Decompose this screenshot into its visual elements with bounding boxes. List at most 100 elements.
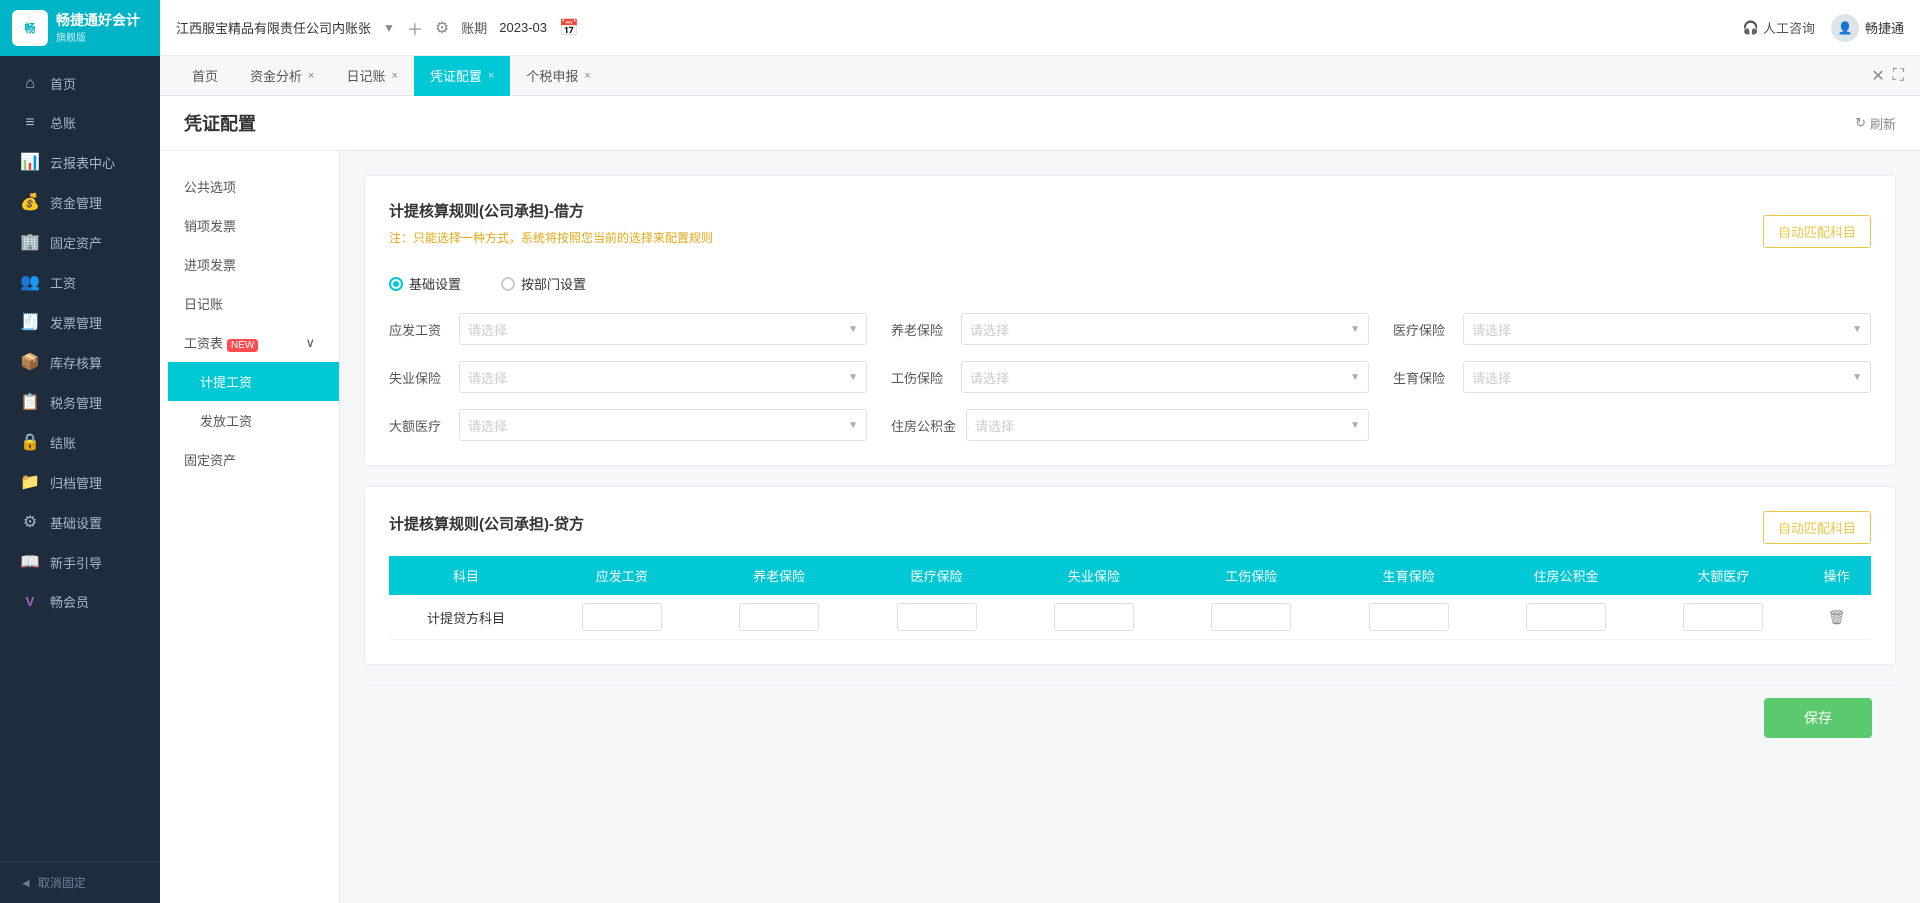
td-delete[interactable]: 🗑 (1802, 595, 1871, 640)
td-workinjury-input[interactable] (1173, 595, 1330, 640)
tab-voucher-close[interactable]: × (488, 70, 494, 82)
assets-icon: 🏢 (20, 232, 40, 252)
credit-unemployment-input[interactable] (1054, 603, 1134, 631)
left-nav-purchase-invoice[interactable]: 进项发票 (160, 245, 339, 284)
credit-medical-input[interactable] (897, 603, 977, 631)
credit-section-title: 计提核算规则(公司承担)-贷方 (389, 513, 584, 534)
maternity-select-placeholder: 请选择 (1472, 368, 1511, 387)
sidebar-item-reports[interactable]: 📊 云报表中心 (0, 142, 160, 182)
sidebar-logo: 畅 畅捷通好会计 旗舰版 (0, 0, 160, 56)
sidebar-item-salary[interactable]: 👥 工资 (0, 262, 160, 302)
td-maternity-input[interactable] (1330, 595, 1487, 640)
calendar-icon[interactable]: 📅 (559, 18, 579, 38)
debit-auto-match-button[interactable]: 自动匹配科目 (1763, 215, 1871, 248)
td-housing-input[interactable] (1487, 595, 1644, 640)
ledger-icon: ≡ (20, 114, 40, 132)
medical-label: 医疗保险 (1393, 320, 1453, 339)
left-nav-payroll-table[interactable]: 工资表NEW ∨ (160, 323, 339, 362)
sidebar-collapse[interactable]: ◄ 取消固定 (0, 861, 160, 903)
debit-form-grid: 应发工资 请选择 ▼ 养老保险 请选择 ▼ (389, 313, 1871, 441)
radio-basic-settings[interactable]: 基础设置 (389, 274, 461, 293)
left-nav: 公共选项 销项发票 进项发票 日记账 工资表NEW ∨ 计提工资 发放工资 固定… (160, 151, 340, 903)
th-subject: 科目 (389, 556, 543, 595)
unemployment-select[interactable]: 请选择 ▼ (459, 361, 867, 393)
tab-fund-analysis[interactable]: 资金分析 × (234, 56, 330, 96)
credit-salary-input[interactable] (582, 603, 662, 631)
credit-housing-input[interactable] (1526, 603, 1606, 631)
th-housing: 住房公积金 (1487, 556, 1644, 595)
left-nav-accrual-salary[interactable]: 计提工资 (168, 362, 339, 401)
sidebar-item-tax[interactable]: 📋 税务管理 (0, 382, 160, 422)
archive-icon: 📁 (20, 472, 40, 492)
tab-voucher-config[interactable]: 凭证配置 × (414, 56, 510, 96)
td-medical-input[interactable] (858, 595, 1015, 640)
housing-select[interactable]: 请选择 ▼ (966, 409, 1369, 441)
tab-close-all-icon[interactable]: ✕ (1871, 66, 1884, 86)
th-bigmedical: 大额医疗 (1645, 556, 1802, 595)
save-button[interactable]: 保存 (1764, 698, 1872, 738)
delete-row-button[interactable]: 🗑 (1828, 609, 1846, 626)
tab-tax[interactable]: 个税申报 × (510, 56, 606, 96)
tab-home[interactable]: 首页 (176, 56, 234, 96)
left-nav-fixed-assets[interactable]: 固定资产 (160, 440, 339, 479)
td-pension-input[interactable] (700, 595, 857, 640)
left-nav-sales-invoice[interactable]: 销项发票 (160, 206, 339, 245)
bigmedical-label: 大额医疗 (389, 416, 449, 435)
workinjury-select-placeholder: 请选择 (970, 368, 1009, 387)
period-value[interactable]: 2023-03 (499, 20, 547, 35)
debit-section-title: 计提核算规则(公司承担)-借方 (389, 200, 713, 221)
refresh-button[interactable]: ↻ 刷新 (1855, 114, 1896, 133)
sidebar-item-label: 总账 (50, 113, 76, 132)
tab-expand-icon[interactable]: ⛶ (1893, 67, 1904, 85)
sidebar-item-ledger[interactable]: ≡ 总账 (0, 103, 160, 142)
sidebar-nav: ⌂ 首页 ≡ 总账 📊 云报表中心 💰 资金管理 🏢 固定资产 👥 工资 🧾 发… (0, 56, 160, 861)
sidebar-item-funds[interactable]: 💰 资金管理 (0, 182, 160, 222)
th-medical: 医疗保险 (858, 556, 1015, 595)
tab-diary-close[interactable]: × (391, 70, 397, 82)
workinjury-select[interactable]: 请选择 ▼ (961, 361, 1369, 393)
bigmedical-select[interactable]: 请选择 ▼ (459, 409, 867, 441)
sidebar-item-invoice[interactable]: 🧾 发票管理 (0, 302, 160, 342)
sidebar-item-archive[interactable]: 📁 归档管理 (0, 462, 160, 502)
sidebar-item-home[interactable]: ⌂ 首页 (0, 64, 160, 103)
credit-auto-match-button[interactable]: 自动匹配科目 (1763, 511, 1871, 544)
service-button[interactable]: 🎧 人工咨询 (1743, 18, 1815, 37)
tab-fund-close[interactable]: × (308, 70, 314, 82)
radio-dept-settings[interactable]: 按部门设置 (501, 274, 586, 293)
sidebar-item-label: 资金管理 (50, 193, 102, 212)
td-salary-input[interactable] (543, 595, 700, 640)
sidebar-item-assets[interactable]: 🏢 固定资产 (0, 222, 160, 262)
credit-workinjury-input[interactable] (1211, 603, 1291, 631)
logo-text: 畅捷通好会计 旗舰版 (56, 12, 140, 44)
tab-diary[interactable]: 日记账 × (330, 56, 413, 96)
pension-select[interactable]: 请选择 ▼ (961, 313, 1369, 345)
inventory-icon: 📦 (20, 352, 40, 372)
salary-select[interactable]: 请选择 ▼ (459, 313, 867, 345)
left-nav-distribute-salary[interactable]: 发放工资 (168, 401, 339, 440)
user-menu[interactable]: 👤 畅捷通 (1831, 14, 1904, 42)
tab-tax-close[interactable]: × (584, 70, 590, 82)
left-nav-sub-payroll: 计提工资 发放工资 (160, 362, 339, 440)
sidebar-item-inventory[interactable]: 📦 库存核算 (0, 342, 160, 382)
credit-pension-input[interactable] (739, 603, 819, 631)
sidebar-item-member[interactable]: V 畅会员 (0, 582, 160, 621)
credit-maternity-input[interactable] (1369, 603, 1449, 631)
topbar-settings-icon[interactable]: ⚙ (435, 18, 449, 38)
sidebar-item-guide[interactable]: 📖 新手引导 (0, 542, 160, 582)
save-bar: 保存 (364, 685, 1896, 750)
maternity-select[interactable]: 请选择 ▼ (1463, 361, 1871, 393)
sidebar-item-close[interactable]: 🔒 结账 (0, 422, 160, 462)
credit-bigmedical-input[interactable] (1683, 603, 1763, 631)
medical-select[interactable]: 请选择 ▼ (1463, 313, 1871, 345)
th-pension: 养老保险 (700, 556, 857, 595)
company-dropdown-icon[interactable]: ▼ (383, 21, 395, 35)
salary-icon: 👥 (20, 272, 40, 292)
left-nav-diary[interactable]: 日记账 (160, 284, 339, 323)
pension-label: 养老保险 (891, 320, 951, 339)
td-unemployment-input[interactable] (1015, 595, 1172, 640)
radio-group: 基础设置 按部门设置 (389, 274, 1871, 293)
add-company-icon[interactable]: ＋ (407, 16, 423, 40)
left-nav-public-options[interactable]: 公共选项 (160, 167, 339, 206)
td-bigmedical-input[interactable] (1645, 595, 1802, 640)
sidebar-item-settings[interactable]: ⚙ 基础设置 (0, 502, 160, 542)
